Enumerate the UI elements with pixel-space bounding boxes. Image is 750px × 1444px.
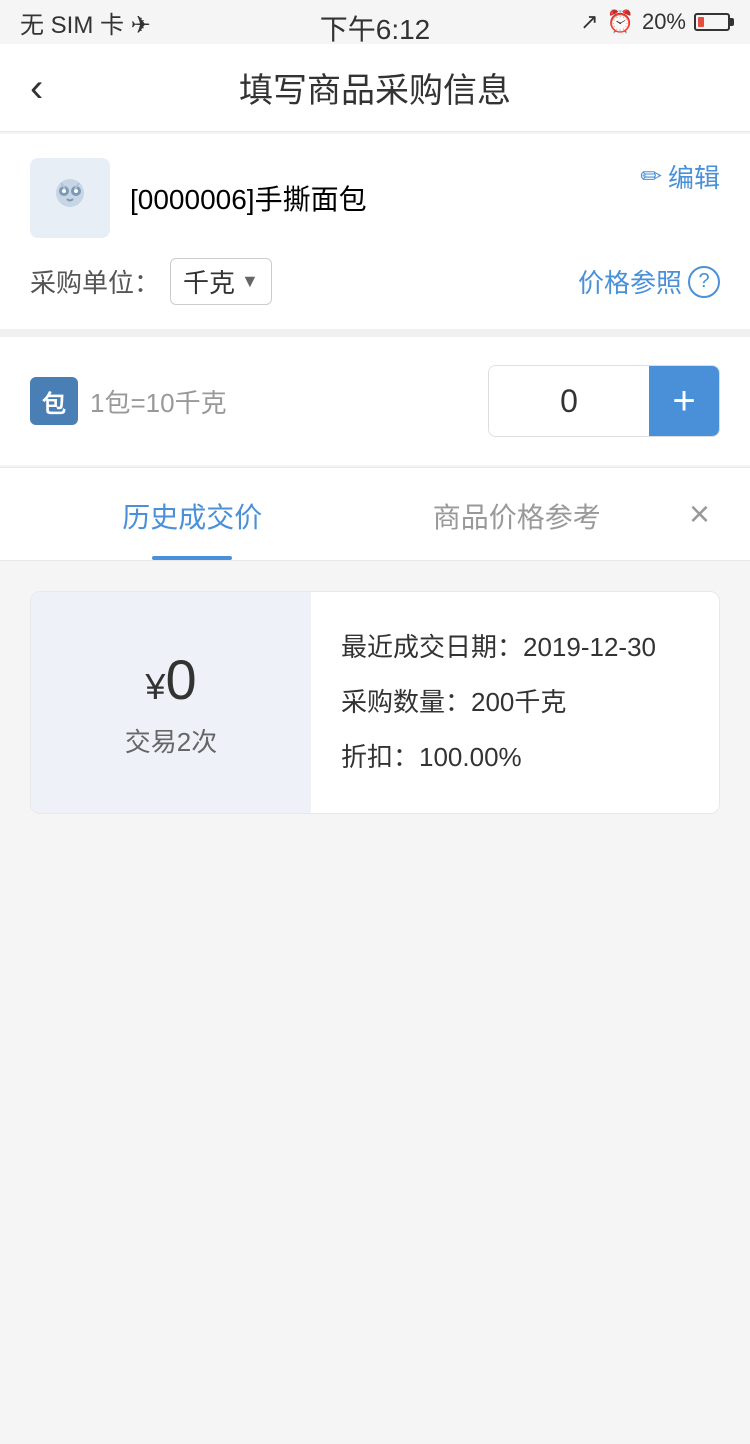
product-id: [0000006]	[130, 184, 255, 215]
quantity-section: 包 1包=10千克 +	[0, 337, 750, 465]
discount-value: 100.00%	[419, 742, 522, 772]
edit-icon: ✏	[640, 161, 662, 192]
product-left: [0000006]手撕面包	[30, 158, 367, 238]
status-bar: 无 SIM 卡 ✈ 下午6:12 ↗ ⏰ 20%	[0, 0, 750, 44]
unit-box: 包	[30, 377, 78, 425]
tab-history-price[interactable]: 历史成交价	[30, 468, 354, 560]
owl-icon	[45, 173, 95, 223]
quantity-input[interactable]	[489, 366, 649, 436]
trade-count: 交易2次	[125, 722, 217, 759]
product-name-text: 手撕面包	[255, 184, 367, 215]
tab-history-label: 历史成交价	[122, 502, 262, 533]
tabs-header: 历史成交价 商品价格参考 ×	[0, 468, 750, 561]
nav-bar: ‹ 填写商品采购信息	[0, 44, 750, 132]
price-right-panel: 最近成交日期：2019-12-30 采购数量：200千克 折扣：100.00%	[311, 592, 719, 813]
unit-info: 包 1包=10千克	[30, 377, 227, 425]
battery-icon	[694, 13, 730, 31]
purchase-qty-label: 采购数量：	[341, 687, 471, 717]
edit-label: 编辑	[668, 158, 720, 195]
quantity-plus-button[interactable]: +	[649, 366, 719, 436]
tab-price-ref-label: 商品价格参考	[433, 502, 601, 533]
separator	[0, 329, 750, 337]
status-right: ↗ ⏰ 20%	[580, 9, 730, 35]
currency-symbol: ¥	[145, 666, 165, 707]
recent-date-label: 最近成交日期：	[341, 632, 523, 662]
alarm-icon: ⏰	[607, 9, 634, 35]
price-ref-label: 价格参照	[578, 263, 682, 300]
status-left: 无 SIM 卡 ✈	[20, 5, 151, 40]
product-name: [0000006]手撕面包	[130, 178, 367, 218]
price-value: 0	[165, 648, 196, 711]
price-card: ¥0 交易2次 最近成交日期：2019-12-30 采购数量：200千克 折扣：…	[30, 591, 720, 814]
price-left-panel: ¥0 交易2次	[31, 592, 311, 813]
recent-date-row: 最近成交日期：2019-12-30	[341, 628, 689, 667]
price-ref-button[interactable]: 价格参照 ?	[578, 263, 720, 300]
tabs-section: 历史成交价 商品价格参考 × ¥0 交易2次 最近成交日期：2019-12-30…	[0, 467, 750, 844]
discount-label: 折扣：	[341, 742, 419, 772]
edit-button[interactable]: ✏ 编辑	[640, 158, 720, 195]
location-icon: ↗	[580, 9, 598, 35]
product-card: [0000006]手撕面包 ✏ 编辑 采购单位： 千克 ▼ 价格参照 ?	[0, 134, 750, 329]
status-time: 下午6:12	[320, 8, 431, 48]
purchase-qty-row: 采购数量：200千克	[341, 683, 689, 722]
quantity-control: +	[488, 365, 720, 437]
dropdown-arrow-icon: ▼	[241, 271, 259, 292]
tab-content: ¥0 交易2次 最近成交日期：2019-12-30 采购数量：200千克 折扣：…	[0, 561, 750, 844]
product-image	[30, 158, 110, 238]
battery-percent: 20%	[642, 9, 686, 35]
recent-date-value: 2019-12-30	[523, 632, 656, 662]
back-button[interactable]: ‹	[30, 68, 43, 108]
unit-conversion: 1包=10千克	[90, 383, 227, 420]
page-body	[0, 844, 750, 1444]
product-unit-row: 采购单位： 千克 ▼ 价格参照 ?	[30, 258, 720, 305]
tab-close-button[interactable]: ×	[679, 493, 720, 535]
unit-value: 千克	[183, 263, 235, 300]
unit-label: 采购单位：	[30, 263, 160, 300]
product-header: [0000006]手撕面包 ✏ 编辑	[30, 158, 720, 238]
unit-select[interactable]: 千克 ▼	[170, 258, 272, 305]
purchase-qty-value: 200千克	[471, 687, 566, 717]
tab-price-ref[interactable]: 商品价格参考	[354, 468, 678, 560]
help-icon: ?	[688, 266, 720, 298]
discount-row: 折扣：100.00%	[341, 738, 689, 777]
price-amount: ¥0	[145, 647, 196, 712]
page-title: 填写商品采购信息	[239, 63, 511, 112]
